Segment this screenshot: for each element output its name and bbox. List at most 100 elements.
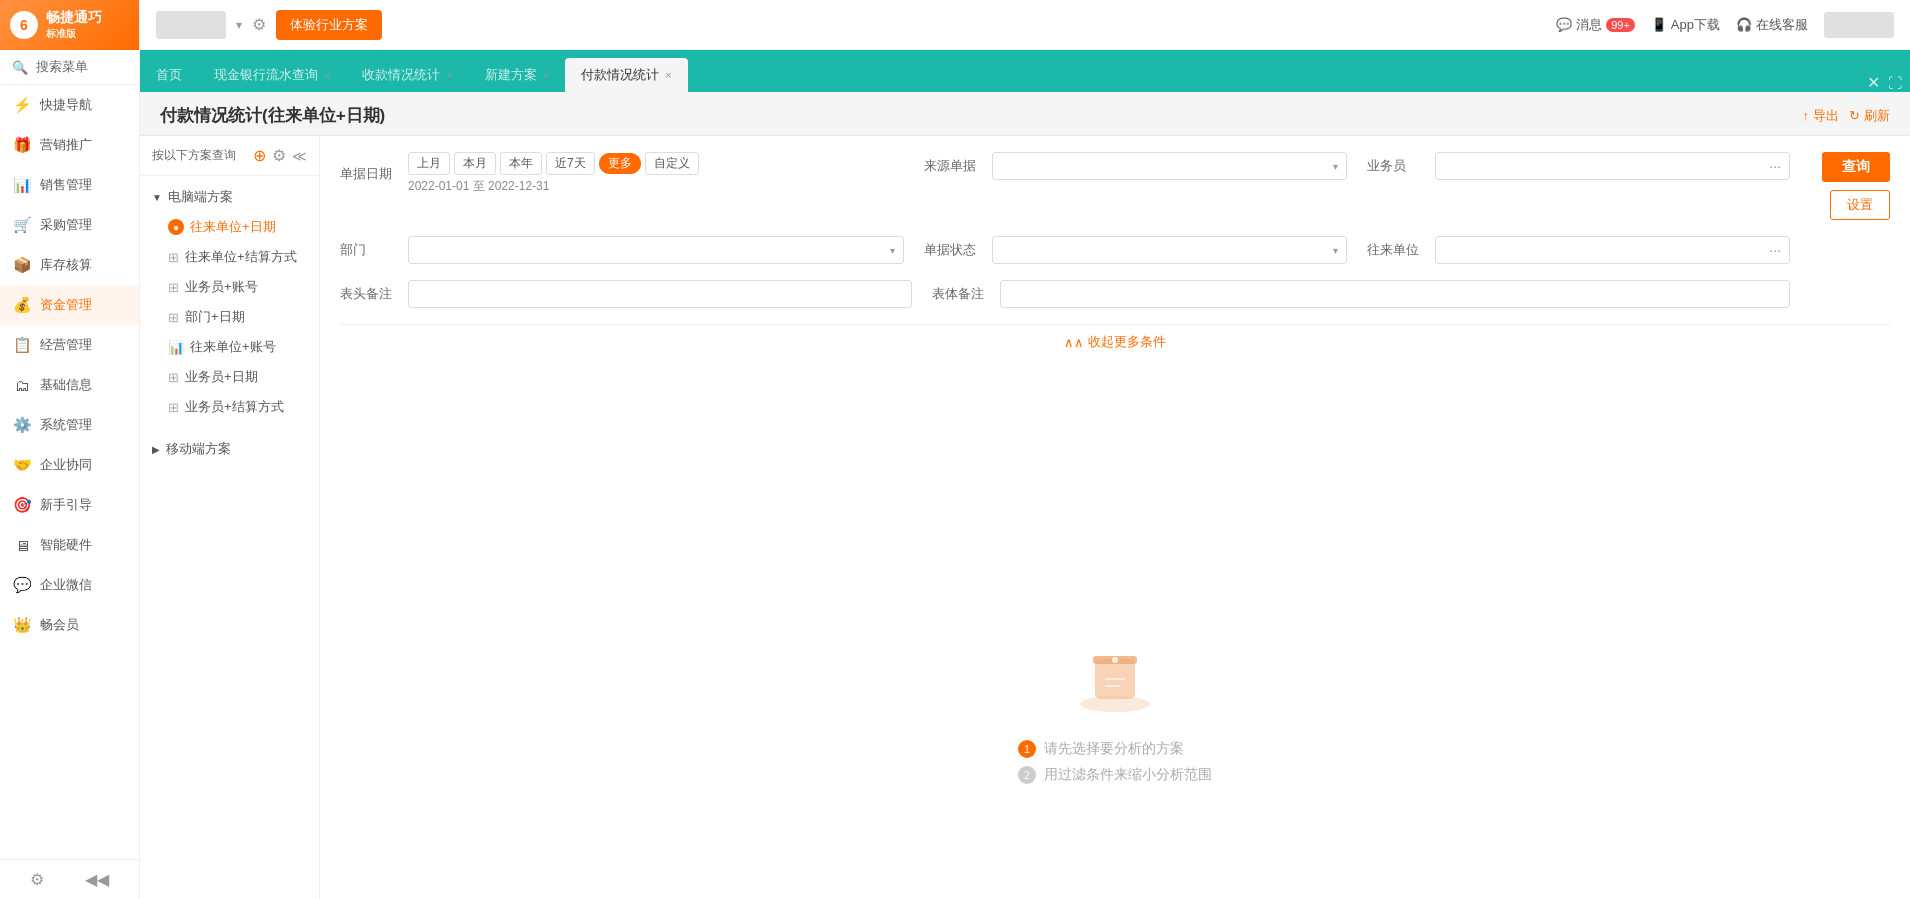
collapse-bar[interactable]: ∧∧ 收起更多条件 <box>340 324 1890 359</box>
scheme-item-dept-date[interactable]: ⊞ 部门+日期 <box>140 302 319 332</box>
header-remark-input[interactable] <box>408 280 912 308</box>
scheme-item-partner-account[interactable]: 📊 往来单位+账号 <box>140 332 319 362</box>
scheme-panel: 按以下方案查询 ⊕ ⚙ ≪ ▼ 电脑端方案 ● 往来单位+日期 <box>140 136 320 899</box>
settings-footer-icon[interactable]: ⚙ <box>30 870 44 889</box>
app-icon: 📱 <box>1651 17 1667 32</box>
settings-btn[interactable]: 设置 <box>1830 190 1890 220</box>
content-header: 付款情况统计(往来单位+日期) ↑ 导出 ↻ 刷新 <box>140 92 1910 136</box>
grid-icon-3: ⊞ <box>168 310 179 325</box>
trial-btn[interactable]: 体验行业方案 <box>276 10 382 40</box>
dept-label: 部门 <box>340 241 400 259</box>
topbar-gear-icon[interactable]: ⚙ <box>252 15 266 34</box>
sidebar-footer: ⚙ ◀◀ <box>0 859 139 899</box>
staff-select[interactable]: ··· <box>1435 152 1790 180</box>
sidebar-item-quick-nav[interactable]: ⚡ 快捷导航 <box>0 85 139 125</box>
tab-cash-flow[interactable]: 现金银行流水查询 × <box>198 58 346 92</box>
export-btn[interactable]: ↑ 导出 <box>1803 107 1840 125</box>
tab-receipt-close[interactable]: × <box>446 69 452 81</box>
logo-icon: 6 <box>10 11 38 39</box>
sidebar-item-enterprise[interactable]: 🤝 企业协同 <box>0 445 139 485</box>
partner-label: 往来单位 <box>1367 241 1427 259</box>
source-bill-select[interactable]: ▾ <box>992 152 1347 180</box>
tab-home-label: 首页 <box>156 66 182 84</box>
filter-bill-date: 单据日期 上月 本月 本年 近7天 更多 自定义 <box>340 152 904 195</box>
filter-partner: 往来单位 ··· <box>1367 236 1790 264</box>
main-area: ▾ ⚙ 体验行业方案 💬 消息 99+ 📱 App下载 🎧 在线客服 首页 <box>140 0 1910 899</box>
staff-label: 业务员 <box>1367 157 1427 175</box>
user-avatar[interactable] <box>1824 12 1894 38</box>
sidebar-item-basic-info[interactable]: 🗂 基础信息 <box>0 365 139 405</box>
scheme-item-partner-date[interactable]: ● 往来单位+日期 <box>140 212 319 242</box>
tab-maximize-icon[interactable]: ⛶ <box>1888 75 1902 91</box>
guide-label: 新手引导 <box>40 496 92 514</box>
online-service-btn[interactable]: 🎧 在线客服 <box>1736 16 1808 34</box>
operations-icon: 📋 <box>12 335 32 355</box>
partner-select[interactable]: ··· <box>1435 236 1790 264</box>
sidebar-item-hardware[interactable]: 🖥 智能硬件 <box>0 525 139 565</box>
grid-icon-4: ⊞ <box>168 370 179 385</box>
tab-cash-flow-close[interactable]: × <box>324 69 330 81</box>
scheme-item-partner-settlement[interactable]: ⊞ 往来单位+结算方式 <box>140 242 319 272</box>
date-custom[interactable]: 自定义 <box>645 152 699 175</box>
sidebar-item-inventory[interactable]: 📦 库存核算 <box>0 245 139 285</box>
tab-receipt-stats[interactable]: 收款情况统计 × <box>346 58 468 92</box>
scheme-item-staff-account[interactable]: ⊞ 业务员+账号 <box>140 272 319 302</box>
scheme-section-mobile-header[interactable]: ▶ 移动端方案 <box>140 434 319 464</box>
tab-new-scheme-label: 新建方案 <box>485 66 537 84</box>
sidebar-item-marketing[interactable]: 🎁 营销推广 <box>0 125 139 165</box>
bill-status-select[interactable]: ▾ <box>992 236 1347 264</box>
staff-settlement-label: 业务员+结算方式 <box>185 398 284 416</box>
add-scheme-icon[interactable]: ⊕ <box>253 146 266 165</box>
partner-dotdot[interactable]: ··· <box>1769 242 1781 258</box>
scheme-item-staff-settlement[interactable]: ⊞ 业务员+结算方式 <box>140 392 319 422</box>
tab-new-scheme[interactable]: 新建方案 × <box>469 58 565 92</box>
sidebar-item-sales[interactable]: 📊 销售管理 <box>0 165 139 205</box>
sidebar-item-purchase[interactable]: 🛒 采购管理 <box>0 205 139 245</box>
refresh-btn[interactable]: ↻ 刷新 <box>1849 107 1890 125</box>
date-this-year[interactable]: 本年 <box>500 152 542 175</box>
enterprise-label: 企业协同 <box>40 456 92 474</box>
scheme-panel-actions: ⊕ ⚙ ≪ <box>253 146 307 165</box>
date-7days[interactable]: 近7天 <box>546 152 595 175</box>
partner-settlement-label: 往来单位+结算方式 <box>185 248 297 266</box>
topbar-dropdown-arrow[interactable]: ▾ <box>236 18 242 32</box>
staff-dotdot[interactable]: ··· <box>1769 158 1781 174</box>
empty-tips: 1 请先选择要分析的方案 2 用过滤条件来缩小分析范围 <box>1018 740 1212 792</box>
tab-close-all-icon[interactable]: ✕ <box>1867 73 1880 92</box>
scheme-section-mobile: ▶ 移动端方案 <box>140 428 319 470</box>
sidebar-item-member[interactable]: 👑 畅会员 <box>0 605 139 645</box>
messages-btn[interactable]: 💬 消息 99+ <box>1556 16 1635 34</box>
grid-icon-2: ⊞ <box>168 280 179 295</box>
filter-area: 单据日期 上月 本月 本年 近7天 更多 自定义 <box>320 136 1910 518</box>
query-btn[interactable]: 查询 <box>1822 152 1890 182</box>
app-download-btn[interactable]: 📱 App下载 <box>1651 16 1720 34</box>
tab-new-scheme-close[interactable]: × <box>543 69 549 81</box>
grid-icon-1: ⊞ <box>168 250 179 265</box>
sidebar-item-system[interactable]: ⚙️ 系统管理 <box>0 405 139 445</box>
bill-date-label: 单据日期 <box>340 165 400 183</box>
date-more[interactable]: 更多 <box>599 153 641 174</box>
date-last-month[interactable]: 上月 <box>408 152 450 175</box>
sidebar-item-capital[interactable]: 💰 资金管理 <box>0 285 139 325</box>
tip-item-1: 1 请先选择要分析的方案 <box>1018 740 1212 758</box>
scheme-section-desktop-header[interactable]: ▼ 电脑端方案 <box>140 182 319 212</box>
body-remark-input[interactable] <box>1000 280 1790 308</box>
badge-count: 99+ <box>1606 18 1635 32</box>
sidebar-search[interactable]: 🔍 搜索菜单 <box>0 50 139 85</box>
tab-home[interactable]: 首页 <box>140 58 198 92</box>
manage-scheme-icon[interactable]: ⚙ <box>272 146 286 165</box>
collapse-panel-icon[interactable]: ≪ <box>292 148 307 164</box>
date-this-month[interactable]: 本月 <box>454 152 496 175</box>
tab-payment-stats[interactable]: 付款情况统计 × <box>565 58 687 92</box>
scheme-item-staff-date[interactable]: ⊞ 业务员+日期 <box>140 362 319 392</box>
filter-dept: 部门 ▾ <box>340 236 904 264</box>
tip-text-2: 用过滤条件来缩小分析范围 <box>1044 766 1212 784</box>
tab-payment-close[interactable]: × <box>665 69 671 81</box>
staff-date-label: 业务员+日期 <box>185 368 258 386</box>
inventory-icon: 📦 <box>12 255 32 275</box>
collapse-sidebar-icon[interactable]: ◀◀ <box>85 870 109 889</box>
dept-select[interactable]: ▾ <box>408 236 904 264</box>
sidebar-item-wechat[interactable]: 💬 企业微信 <box>0 565 139 605</box>
sidebar-item-operations[interactable]: 📋 经营管理 <box>0 325 139 365</box>
sidebar-item-guide[interactable]: 🎯 新手引导 <box>0 485 139 525</box>
